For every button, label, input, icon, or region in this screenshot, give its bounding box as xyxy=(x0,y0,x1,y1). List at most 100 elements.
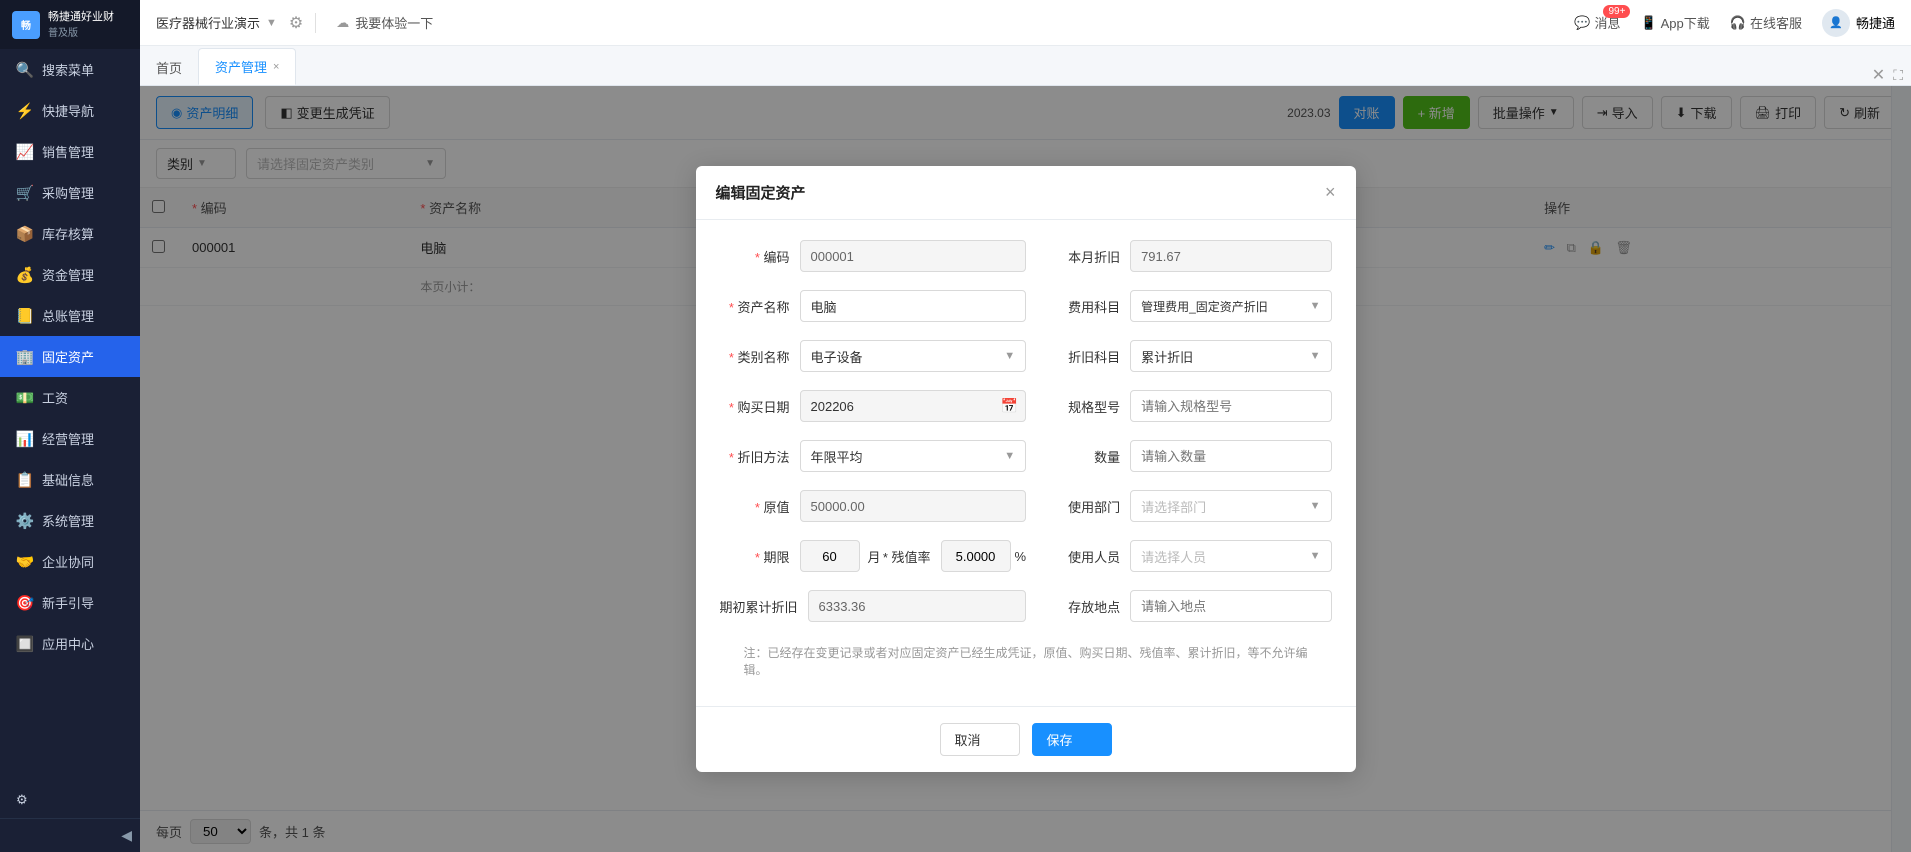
form-row-quantity: 数量 xyxy=(1050,440,1331,472)
sidebar-item-search[interactable]: 🔍 搜索菜单 xyxy=(0,49,140,90)
purchase-icon: 🛒 xyxy=(16,184,34,202)
sidebar-item-label-purchase: 采购管理 xyxy=(42,183,94,202)
category-select[interactable]: 电子设备 ▼ xyxy=(800,340,1027,372)
tab-close-icon[interactable]: × xyxy=(273,61,279,73)
dep-cat-select[interactable]: 累计折旧 ▼ xyxy=(1130,340,1331,372)
category-chevron: ▼ xyxy=(1004,350,1015,362)
sidebar-item-label-quicknav: 快捷导航 xyxy=(42,101,94,120)
department-chevron: ▼ xyxy=(1310,500,1321,512)
form-field-initial-dep: 期初累计折旧 xyxy=(720,590,1027,622)
company-dropdown-icon[interactable]: ▼ xyxy=(266,17,277,29)
edit-asset-modal: 编辑固定资产 × 编码 xyxy=(696,166,1356,772)
sidebar-item-label-appcenter: 应用中心 xyxy=(42,634,94,653)
service-button[interactable]: 🎧 在线客服 xyxy=(1730,13,1802,32)
sidebar: 畅 畅捷通好业财 普及版 🔍 搜索菜单 ⚡ 快捷导航 📈 销售管理 🛒 采购管理… xyxy=(0,0,140,852)
sidebar-item-finance[interactable]: 💰 资金管理 xyxy=(0,254,140,295)
code-input[interactable] xyxy=(800,240,1027,272)
quantity-input[interactable] xyxy=(1130,440,1331,472)
dep-method-chevron: ▼ xyxy=(1004,450,1015,462)
form-field-original-value: 原值 xyxy=(720,490,1027,522)
period-input-wrap: 月 xyxy=(800,540,881,572)
sidebar-item-guide[interactable]: 🎯 新手引导 xyxy=(0,582,140,623)
experience-button[interactable]: ☁ 我要体验一下 xyxy=(336,13,433,32)
calendar-icon: 📅 xyxy=(1001,398,1018,415)
original-value-input[interactable] xyxy=(800,490,1027,522)
sidebar-item-operations[interactable]: 📊 经营管理 xyxy=(0,418,140,459)
company-name: 医疗器械行业演示 ▼ xyxy=(156,13,277,32)
ledger-icon: 📒 xyxy=(16,307,34,325)
dep-method-select[interactable]: 年限平均 ▼ xyxy=(800,440,1027,472)
modal-overlay: 编辑固定资产 × 编码 xyxy=(140,86,1911,852)
page-content: ◉ 资产明细 ◧ 变更生成凭证 2023.03 对账 + 新增 批量操作 ▼ ⇥… xyxy=(140,86,1911,852)
spec-input[interactable] xyxy=(1130,390,1331,422)
sidebar-item-assets[interactable]: 🏢 固定资产 xyxy=(0,336,140,377)
name-input[interactable] xyxy=(800,290,1027,322)
sidebar-item-appcenter[interactable]: 🔲 应用中心 xyxy=(0,623,140,664)
form-row-dep-cat: 折旧科目 累计折旧 ▼ xyxy=(1050,340,1331,372)
tab-assets[interactable]: 资产管理 × xyxy=(198,48,296,85)
original-value-label: 原值 xyxy=(720,497,800,516)
residual-rate-input[interactable] xyxy=(941,540,1011,572)
enterprise-icon: 🤝 xyxy=(16,553,34,571)
monthly-dep-label: 本月折旧 xyxy=(1050,247,1130,266)
sidebar-item-label-guide: 新手引导 xyxy=(42,593,94,612)
initial-dep-input[interactable] xyxy=(808,590,1027,622)
form-row-spec: 规格型号 xyxy=(1050,390,1331,422)
tabbar: 首页 资产管理 × ✕ ⛶ xyxy=(140,46,1911,86)
expense-cat-chevron: ▼ xyxy=(1310,300,1321,312)
user-avatar: 👤 xyxy=(1822,9,1850,37)
cancel-button[interactable]: 取消 xyxy=(940,723,1020,756)
messages-badge: 99+ xyxy=(1603,5,1630,18)
sidebar-item-label-sales: 销售管理 xyxy=(42,142,94,161)
save-button[interactable]: 保存 xyxy=(1032,723,1112,756)
form-row-period: 期限 月 * 残值率 % xyxy=(720,540,1027,572)
form-row-monthly-dep: 本月折旧 xyxy=(1050,240,1331,272)
purchase-date-input[interactable] xyxy=(800,390,1027,422)
form-row-original-value: 原值 xyxy=(720,490,1027,522)
app-download-button[interactable]: 📱 App下载 xyxy=(1640,13,1709,32)
modal-body: 编码 资产名称 xyxy=(696,220,1356,706)
sidebar-nav: 🔍 搜索菜单 ⚡ 快捷导航 📈 销售管理 🛒 采购管理 📦 库存核算 💰 资金管… xyxy=(0,49,140,782)
sidebar-item-enterprise[interactable]: 🤝 企业协同 xyxy=(0,541,140,582)
tab-home[interactable]: 首页 xyxy=(140,50,198,85)
window-close-icon[interactable]: ✕ xyxy=(1872,65,1885,85)
monthly-dep-input[interactable] xyxy=(1130,240,1331,272)
guide-icon: 🎯 xyxy=(16,594,34,612)
experience-icon: ☁ xyxy=(336,15,349,31)
spec-label: 规格型号 xyxy=(1050,397,1130,416)
sidebar-collapse-button[interactable]: ◀ xyxy=(0,818,140,852)
form-row-expense-cat: 费用科目 管理费用_固定资产折旧 ▼ xyxy=(1050,290,1331,322)
expense-cat-label: 费用科目 xyxy=(1050,297,1130,316)
form-field-spec: 规格型号 xyxy=(1050,390,1331,422)
purchase-date-label: 购买日期 xyxy=(720,397,800,416)
sidebar-item-purchase[interactable]: 🛒 采购管理 xyxy=(0,172,140,213)
settings-gear-icon[interactable]: ⚙ xyxy=(289,13,303,33)
location-input[interactable] xyxy=(1130,590,1331,622)
topbar-right: 💬 消息 99+ 📱 App下载 🎧 在线客服 👤 畅捷通 xyxy=(1574,9,1895,37)
department-label: 使用部门 xyxy=(1050,497,1130,516)
form-field-department: 使用部门 请选择部门 ▼ xyxy=(1050,490,1331,522)
sidebar-item-payroll[interactable]: 💵 工资 xyxy=(0,377,140,418)
modal-note: 注：已经存在变更记录或者对应固定资产已经生成凭证，原值、购买日期、残值率、累计折… xyxy=(720,644,1332,686)
form-row-code: 编码 xyxy=(720,240,1027,272)
topbar-divider xyxy=(315,13,316,33)
sidebar-item-ledger[interactable]: 📒 总账管理 xyxy=(0,295,140,336)
messages-button[interactable]: 💬 消息 99+ xyxy=(1574,13,1620,32)
sidebar-item-quicknav[interactable]: ⚡ 快捷导航 xyxy=(0,90,140,131)
department-select[interactable]: 请选择部门 ▼ xyxy=(1130,490,1331,522)
period-input[interactable] xyxy=(800,540,860,572)
name-label: 资产名称 xyxy=(720,297,800,316)
sidebar-item-basics[interactable]: 📋 基础信息 xyxy=(0,459,140,500)
expense-cat-select[interactable]: 管理费用_固定资产折旧 ▼ xyxy=(1130,290,1331,322)
window-expand-icon[interactable]: ⛶ xyxy=(1893,67,1903,84)
modal-close-button[interactable]: × xyxy=(1325,182,1336,203)
form-field-name: 资产名称 xyxy=(720,290,1027,322)
main-area: 医疗器械行业演示 ▼ ⚙ ☁ 我要体验一下 💬 消息 99+ 📱 App下载 🎧… xyxy=(140,0,1911,852)
settings-item[interactable]: ⚙ xyxy=(0,782,140,818)
form-field-purchase-date: 购买日期 📅 xyxy=(720,390,1027,422)
sidebar-item-system[interactable]: ⚙️ 系统管理 xyxy=(0,500,140,541)
sidebar-item-inventory[interactable]: 📦 库存核算 xyxy=(0,213,140,254)
user-select[interactable]: 请选择人员 ▼ xyxy=(1130,540,1331,572)
logo-icon: 畅 xyxy=(12,11,40,39)
sidebar-item-sales[interactable]: 📈 销售管理 xyxy=(0,131,140,172)
